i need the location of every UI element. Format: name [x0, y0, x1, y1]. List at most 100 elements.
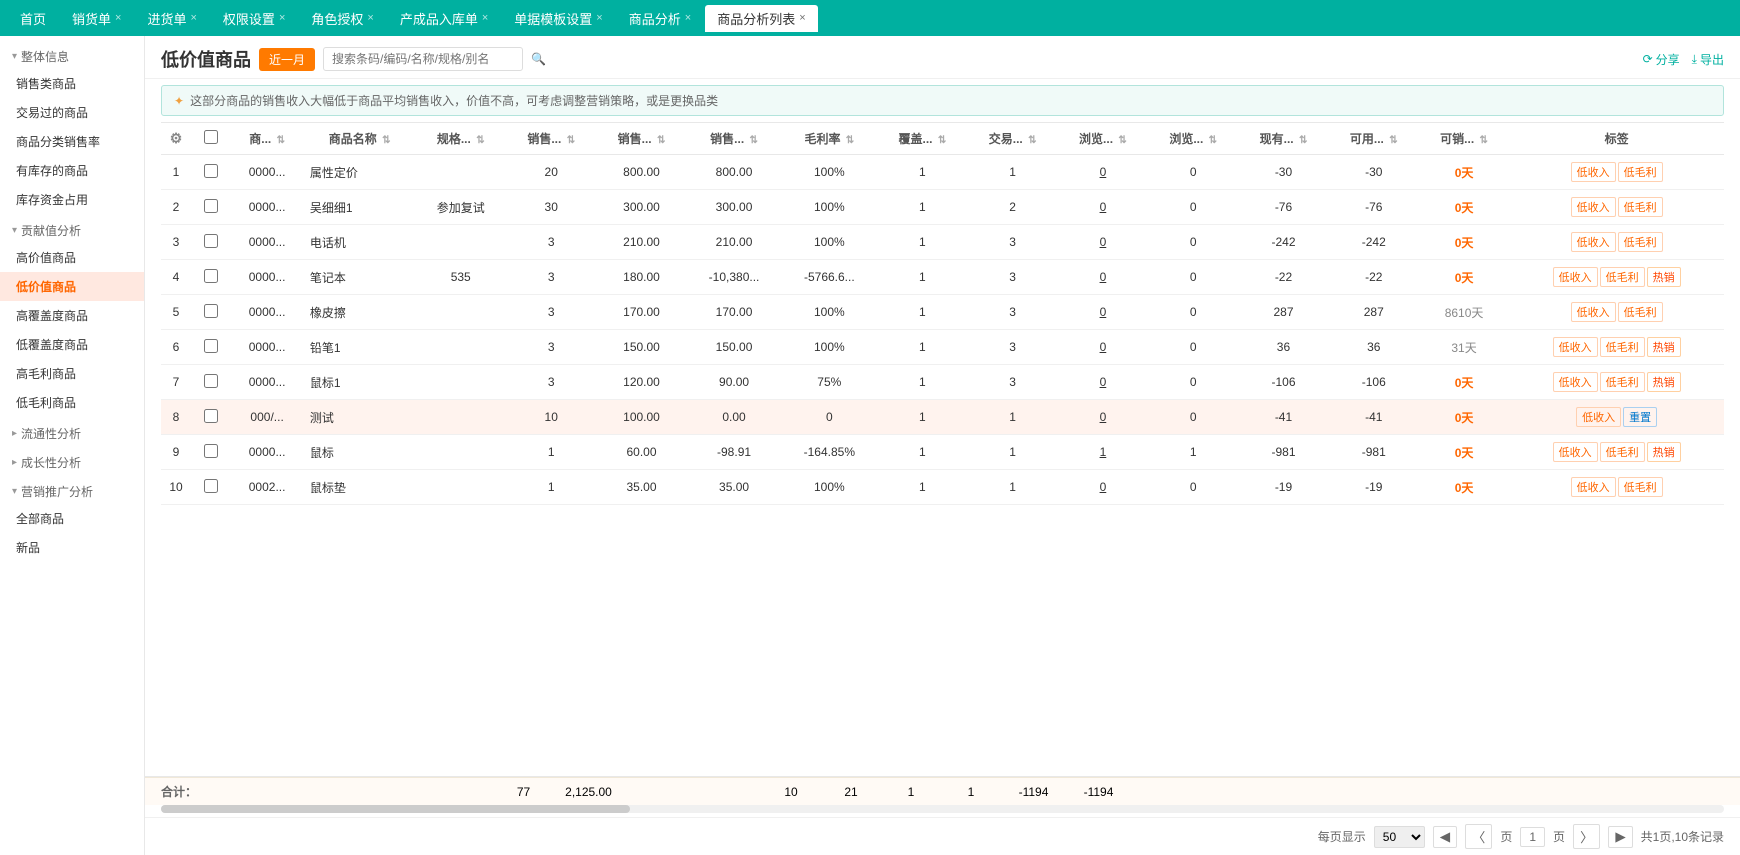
- sidebar-section-marketing[interactable]: ▾ 营销推广分析: [0, 475, 144, 504]
- row-select-checkbox[interactable]: [204, 164, 218, 178]
- gear-icon[interactable]: ⚙: [170, 130, 183, 146]
- row-select-checkbox[interactable]: [204, 199, 218, 213]
- close-icon[interactable]: ×: [596, 12, 602, 24]
- share-button[interactable]: ⟳ 分享: [1643, 51, 1680, 68]
- prev-page-button[interactable]: 〈: [1465, 824, 1492, 849]
- nav-home[interactable]: 首页: [8, 5, 58, 32]
- row-sales-qty: 3: [506, 260, 596, 295]
- row-sales-profit: 300.00: [687, 190, 782, 225]
- row-select-checkbox[interactable]: [204, 444, 218, 458]
- close-icon[interactable]: ×: [115, 12, 121, 24]
- row-select-checkbox[interactable]: [204, 374, 218, 388]
- select-all-checkbox[interactable]: [204, 130, 218, 144]
- sidebar-item-low-margin[interactable]: 低毛利商品: [0, 388, 144, 417]
- row-checkbox[interactable]: [191, 225, 230, 260]
- row-num: 5: [161, 295, 191, 330]
- row-checkbox[interactable]: [191, 330, 230, 365]
- row-select-checkbox[interactable]: [204, 234, 218, 248]
- col-margin[interactable]: 毛利率 ⇅: [781, 123, 877, 155]
- row-checkbox[interactable]: [191, 400, 230, 435]
- sidebar-item-high-margin[interactable]: 高毛利商品: [0, 359, 144, 388]
- row-select-checkbox[interactable]: [204, 304, 218, 318]
- col-browse1[interactable]: 浏览... ⇅: [1058, 123, 1148, 155]
- close-icon[interactable]: ×: [190, 12, 196, 24]
- sidebar-section-overview[interactable]: ▾ 整体信息: [0, 40, 144, 69]
- row-tags: 低收入低毛利热销: [1509, 435, 1724, 470]
- col-sales1[interactable]: 销售... ⇅: [506, 123, 596, 155]
- col-sales3[interactable]: 销售... ⇅: [687, 123, 782, 155]
- filter-recent-month-button[interactable]: 近一月: [259, 48, 315, 71]
- row-checkbox[interactable]: [191, 295, 230, 330]
- sidebar-item-inventory-funds[interactable]: 库存资金占用: [0, 185, 144, 214]
- row-browse1: 0: [1058, 365, 1148, 400]
- row-checkbox[interactable]: [191, 260, 230, 295]
- row-current-inv: 36: [1238, 330, 1328, 365]
- row-checkbox[interactable]: [191, 190, 230, 225]
- next-page-button[interactable]: 〉: [1573, 824, 1600, 849]
- sidebar-item-high-value[interactable]: 高价值商品: [0, 243, 144, 272]
- summary-av: -1194: [1066, 785, 1131, 799]
- sidebar-item-new-products[interactable]: 新品: [0, 533, 144, 562]
- sidebar-item-high-coverage[interactable]: 高覆盖度商品: [0, 301, 144, 330]
- col-saleable-inv[interactable]: 可销... ⇅: [1419, 123, 1509, 155]
- nav-sales-order[interactable]: 销货单 ×: [60, 5, 133, 32]
- row-current-inv: -106: [1238, 365, 1328, 400]
- row-select-checkbox[interactable]: [204, 269, 218, 283]
- sidebar-item-low-coverage[interactable]: 低覆盖度商品: [0, 330, 144, 359]
- row-name: 鼠标: [304, 435, 415, 470]
- sidebar-item-low-value[interactable]: 低价值商品: [0, 272, 144, 301]
- row-checkbox[interactable]: [191, 470, 230, 505]
- nav-product-entry[interactable]: 产成品入库单 ×: [388, 5, 500, 32]
- nav-product-analysis[interactable]: 商品分析 ×: [617, 5, 703, 32]
- sidebar-item-traded-products[interactable]: 交易过的商品: [0, 98, 144, 127]
- row-checkbox[interactable]: [191, 155, 230, 190]
- row-checkbox[interactable]: [191, 365, 230, 400]
- horizontal-scrollbar[interactable]: [161, 805, 1724, 813]
- per-page-select[interactable]: 50 100 200: [1374, 826, 1425, 848]
- sidebar-item-sales-products[interactable]: 销售类商品: [0, 69, 144, 98]
- row-checkbox[interactable]: [191, 435, 230, 470]
- row-sales-qty: 3: [506, 330, 596, 365]
- sidebar-section-circulation[interactable]: ▸ 流通性分析: [0, 417, 144, 446]
- row-select-checkbox[interactable]: [204, 479, 218, 493]
- close-icon[interactable]: ×: [367, 12, 373, 24]
- col-coverage[interactable]: 覆盖... ⇅: [877, 123, 967, 155]
- col-transaction[interactable]: 交易... ⇅: [968, 123, 1058, 155]
- table-container[interactable]: ⚙ 商... ⇅ 商品名称 ⇅ 规格... ⇅ 销售... ⇅ 销售... ⇅ …: [145, 122, 1740, 776]
- col-browse2[interactable]: 浏览... ⇅: [1148, 123, 1238, 155]
- days-label: 0天: [1455, 201, 1474, 215]
- col-name[interactable]: 商品名称 ⇅: [304, 123, 415, 155]
- row-select-checkbox[interactable]: [204, 339, 218, 353]
- close-icon[interactable]: ×: [482, 12, 488, 24]
- nav-role-auth[interactable]: 角色授权 ×: [299, 5, 385, 32]
- sidebar-item-all-products[interactable]: 全部商品: [0, 504, 144, 533]
- search-input[interactable]: [323, 47, 523, 71]
- sidebar-section-contribution[interactable]: ▾ 贡献值分析: [0, 214, 144, 243]
- row-select-checkbox[interactable]: [204, 409, 218, 423]
- close-icon[interactable]: ×: [799, 12, 805, 24]
- sort-icon: ⇅: [1028, 135, 1036, 146]
- last-page-button[interactable]: ▶: [1608, 826, 1632, 848]
- sidebar-section-growth[interactable]: ▸ 成长性分析: [0, 446, 144, 475]
- row-sales-amt: 35.00: [596, 470, 686, 505]
- settings-col-header[interactable]: ⚙: [161, 123, 191, 155]
- row-num: 3: [161, 225, 191, 260]
- nav-product-analysis-list[interactable]: 商品分析列表 ×: [705, 5, 817, 32]
- search-icon[interactable]: 🔍: [531, 52, 546, 66]
- sidebar-item-category-sales[interactable]: 商品分类销售率: [0, 127, 144, 156]
- col-code[interactable]: 商... ⇅: [230, 123, 304, 155]
- close-icon[interactable]: ×: [685, 12, 691, 24]
- col-spec[interactable]: 规格... ⇅: [415, 123, 506, 155]
- tag: 低收入: [1571, 302, 1616, 322]
- nav-purchase-order[interactable]: 进货单 ×: [135, 5, 208, 32]
- first-page-button[interactable]: ◀: [1433, 826, 1457, 848]
- col-sales2[interactable]: 销售... ⇅: [596, 123, 686, 155]
- col-available-inv[interactable]: 可用... ⇅: [1329, 123, 1419, 155]
- col-current-inv[interactable]: 现有... ⇅: [1238, 123, 1328, 155]
- export-button[interactable]: ⤓ 导出: [1692, 51, 1724, 68]
- scroll-thumb[interactable]: [161, 805, 630, 813]
- close-icon[interactable]: ×: [279, 12, 285, 24]
- nav-permissions[interactable]: 权限设置 ×: [211, 5, 297, 32]
- nav-template-setting[interactable]: 单据模板设置 ×: [502, 5, 614, 32]
- sidebar-item-inventory-products[interactable]: 有库存的商品: [0, 156, 144, 185]
